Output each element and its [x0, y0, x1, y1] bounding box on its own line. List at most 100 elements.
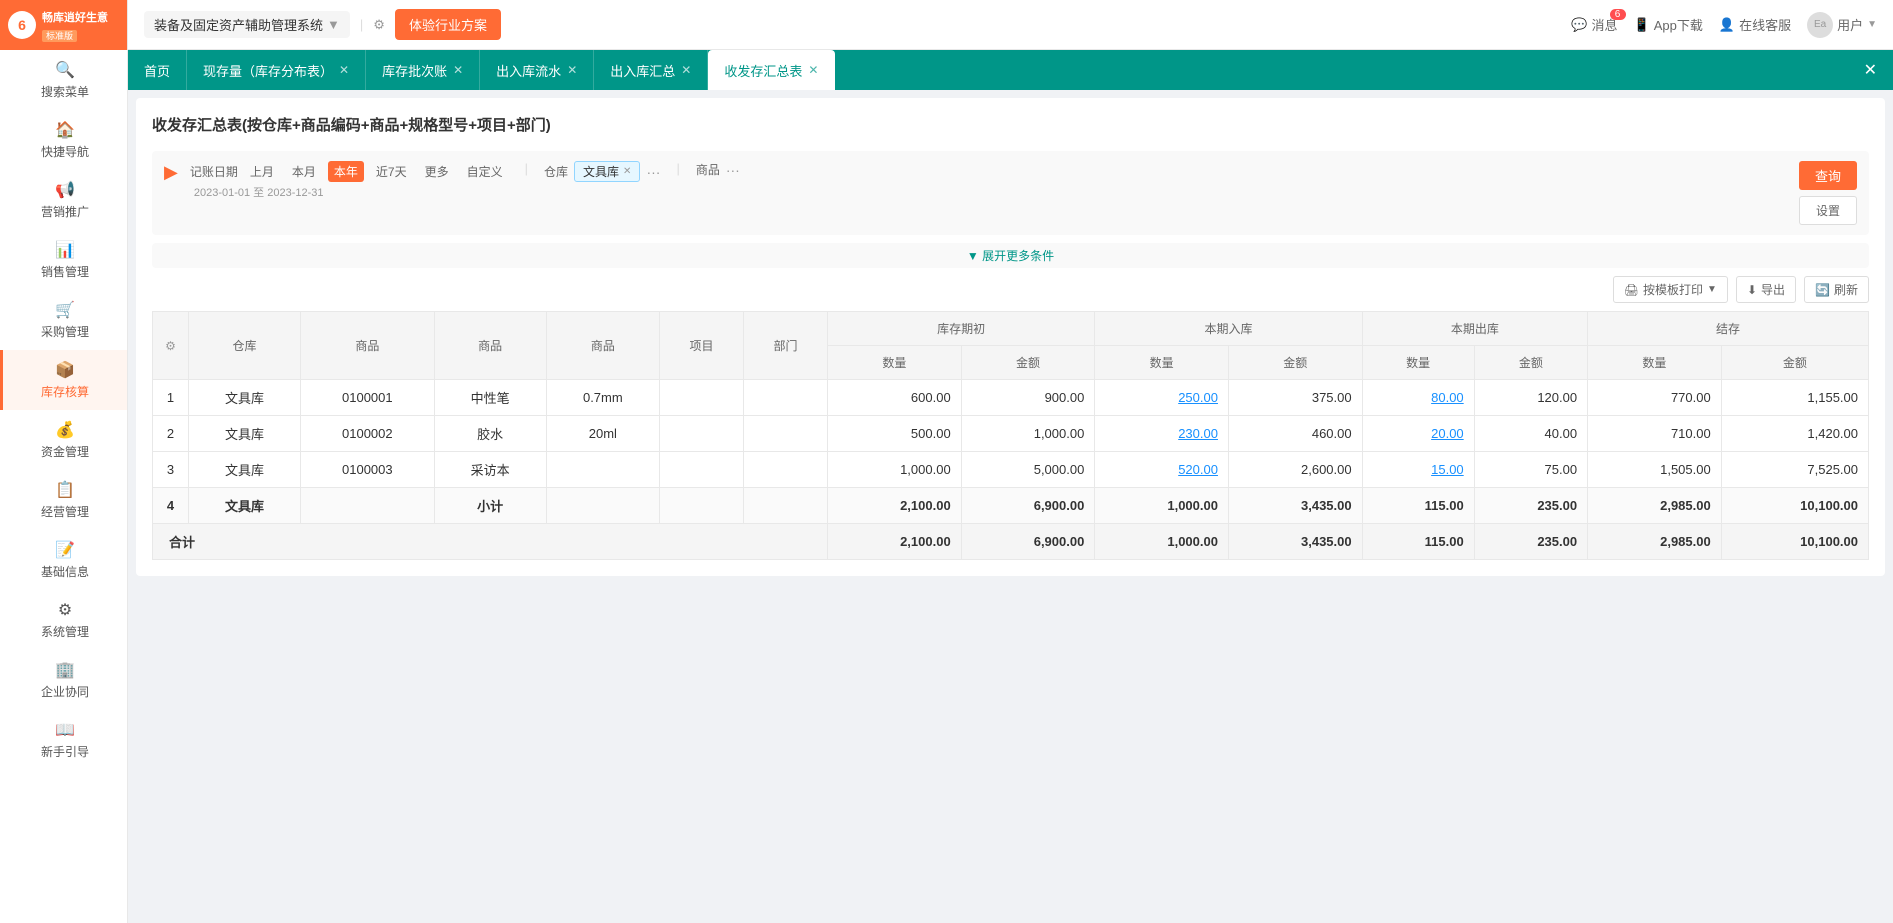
user-item[interactable]: Ea 用户 ▼ [1807, 12, 1877, 38]
cell-out-qty[interactable]: 80.00 [1362, 380, 1474, 416]
sidebar-item-label: 系统管理 [41, 623, 89, 640]
page-content: 收发存汇总表(按仓库+商品编码+商品+规格型号+项目+部门) ▶ 记账日期 上月… [128, 90, 1893, 923]
cell-in-qty[interactable]: 230.00 [1095, 416, 1229, 452]
sidebar-item-inventory[interactable]: 📦 库存核算 [0, 350, 127, 410]
filter-row: ▶ 记账日期 上月 本月 本年 近7天 更多 自定义 [164, 161, 1857, 225]
table-foot: 合计 2,100.00 6,900.00 1,000.00 3,435.00 1… [153, 524, 1869, 560]
sidebar-item-basic-info[interactable]: 📝 基础信息 [0, 530, 127, 590]
tab-receive-summary[interactable]: 收发存汇总表 ✕ [708, 50, 835, 90]
sidebar-item-search[interactable]: 🔍 搜索菜单 [0, 50, 127, 110]
date-label: 记账日期 [190, 163, 238, 180]
tab-close-icon[interactable]: ✕ [681, 63, 691, 77]
total-out-amt: 235.00 [1474, 524, 1587, 560]
tab-receive-summary-label: 收发存汇总表 [724, 61, 802, 80]
filter-separator-1: | [525, 161, 528, 176]
sidebar-item-guide[interactable]: 📖 新手引导 [0, 710, 127, 770]
logo-subtitle: 标准版 [42, 27, 108, 42]
date-btn-7days[interactable]: 近7天 [370, 161, 413, 182]
cell-department [744, 416, 828, 452]
date-btn-more[interactable]: 更多 [419, 161, 455, 182]
date-btn-custom[interactable]: 自定义 [461, 161, 509, 182]
sidebar-item-operations[interactable]: 📋 经营管理 [0, 470, 127, 530]
cell-product-code: 0100002 [301, 416, 435, 452]
column-settings-icon[interactable]: ⚙ [165, 339, 176, 353]
tab-close-icon[interactable]: ✕ [339, 63, 349, 77]
sidebar-item-label: 库存核算 [41, 383, 89, 400]
sidebar-item-marketing[interactable]: 📢 营销推广 [0, 170, 127, 230]
sidebar-item-label: 资金管理 [41, 443, 89, 460]
user-label: 用户 [1837, 15, 1863, 34]
th-closing-amt: 金额 [1721, 346, 1868, 380]
tab-summary[interactable]: 出入库汇总 ✕ [594, 50, 708, 90]
sidebar-item-label: 销售管理 [41, 263, 89, 280]
cell-product-spec [546, 488, 659, 524]
export-btn[interactable]: ⬇ 导出 [1736, 276, 1796, 303]
cell-closing-qty: 1,505.00 [1588, 452, 1722, 488]
expand-conditions-label: ▼ 展开更多条件 [967, 249, 1054, 263]
table-body: 1文具库0100001中性笔0.7mm600.00900.00250.00375… [153, 380, 1869, 524]
sidebar-item-purchase[interactable]: 🛒 采购管理 [0, 290, 127, 350]
cell-in-qty[interactable]: 520.00 [1095, 452, 1229, 488]
cell-out-qty[interactable]: 20.00 [1362, 416, 1474, 452]
cell-department [744, 488, 828, 524]
total-opening-amt: 6,900.00 [961, 524, 1095, 560]
tab-close-icon[interactable]: ✕ [567, 63, 577, 77]
tab-batch[interactable]: 库存批次账 ✕ [366, 50, 480, 90]
gear-settings[interactable]: ⚙ [373, 17, 385, 33]
experience-button[interactable]: 体验行业方案 [395, 9, 501, 40]
sidebar-item-finance[interactable]: 💰 资金管理 [0, 410, 127, 470]
system-selector[interactable]: 装备及固定资产辅助管理系统 ▼ [144, 11, 350, 38]
print-icon: 🖨 [1624, 283, 1639, 297]
cell-closing-qty: 710.00 [1588, 416, 1722, 452]
tab-close-icon[interactable]: ✕ [453, 63, 463, 77]
sidebar-item-system[interactable]: ⚙ 系统管理 [0, 590, 127, 650]
total-closing-amt: 10,100.00 [1721, 524, 1868, 560]
warehouse-tag-close[interactable]: ✕ [623, 166, 631, 177]
tab-close-active-icon[interactable]: ✕ [808, 63, 818, 77]
sidebar-nav: 🔍 搜索菜单 🏠 快捷导航 📢 营销推广 📊 销售管理 🛒 采购管理 📦 [0, 50, 127, 923]
print-btn[interactable]: 🖨 按模板打印 ▼ [1613, 276, 1728, 303]
product-filter-group: 商品 ··· [696, 161, 740, 178]
query-button[interactable]: 查询 [1799, 161, 1857, 190]
setting-button[interactable]: 设置 [1799, 196, 1857, 225]
th-in-amt: 金额 [1228, 346, 1362, 380]
message-item[interactable]: 💬 消息 6 [1571, 15, 1617, 34]
date-btn-this-year[interactable]: 本年 [328, 161, 364, 182]
cell-out-qty[interactable]: 15.00 [1362, 452, 1474, 488]
product-more-btn[interactable]: ··· [726, 162, 740, 178]
date-btn-this-month[interactable]: 本月 [286, 161, 322, 182]
tab-inventory-dist[interactable]: 现存量（库存分布表） ✕ [187, 50, 366, 90]
sidebar-item-sales[interactable]: 📊 销售管理 [0, 230, 127, 290]
table-row: 2文具库0100002胶水20ml500.001,000.00230.00460… [153, 416, 1869, 452]
main-content: 装备及固定资产辅助管理系统 ▼ | ⚙ 体验行业方案 💬 消息 6 📱 App下… [128, 0, 1893, 923]
cell-out-amt: 120.00 [1474, 380, 1587, 416]
toolbar: 🖨 按模板打印 ▼ ⬇ 导出 🔄 刷新 [152, 276, 1869, 303]
filter-expand-arrow[interactable]: ▶ [164, 163, 178, 181]
cell-closing-amt: 10,100.00 [1721, 488, 1868, 524]
cell-opening-qty: 500.00 [828, 416, 962, 452]
sidebar-item-quick-nav[interactable]: 🏠 快捷导航 [0, 110, 127, 170]
cell-in-amt: 460.00 [1228, 416, 1362, 452]
date-btn-last-month[interactable]: 上月 [244, 161, 280, 182]
online-service-label: 在线客服 [1739, 15, 1791, 34]
table-head: ⚙ 仓库 商品 商品 商品 项目 部门 库存期初 本期入库 本期出库 [153, 312, 1869, 380]
sidebar-item-enterprise[interactable]: 🏢 企业协同 [0, 650, 127, 710]
online-service-item[interactable]: 👤 在线客服 [1719, 15, 1791, 34]
th-opening-amt: 金额 [961, 346, 1095, 380]
tab-bar-close-btn[interactable]: ✕ [1848, 60, 1893, 80]
sidebar-item-label: 营销推广 [41, 203, 89, 220]
tab-flow[interactable]: 出入库流水 ✕ [480, 50, 594, 90]
th-closing: 结存 [1588, 312, 1869, 346]
th-settings: ⚙ [153, 312, 189, 380]
cell-closing-amt: 7,525.00 [1721, 452, 1868, 488]
tab-home[interactable]: 首页 [128, 50, 187, 90]
cell-in-qty[interactable]: 250.00 [1095, 380, 1229, 416]
dropdown-icon: ▼ [327, 17, 340, 32]
refresh-btn[interactable]: 🔄 刷新 [1804, 276, 1869, 303]
expand-conditions-btn[interactable]: ▼ 展开更多条件 [152, 243, 1869, 268]
warehouse-more-btn[interactable]: ··· [646, 164, 660, 180]
tab-flow-label: 出入库流水 [496, 61, 561, 80]
cell-opening-amt: 1,000.00 [961, 416, 1095, 452]
cell-out-amt: 40.00 [1474, 416, 1587, 452]
app-download-item[interactable]: 📱 App下载 [1634, 15, 1703, 34]
